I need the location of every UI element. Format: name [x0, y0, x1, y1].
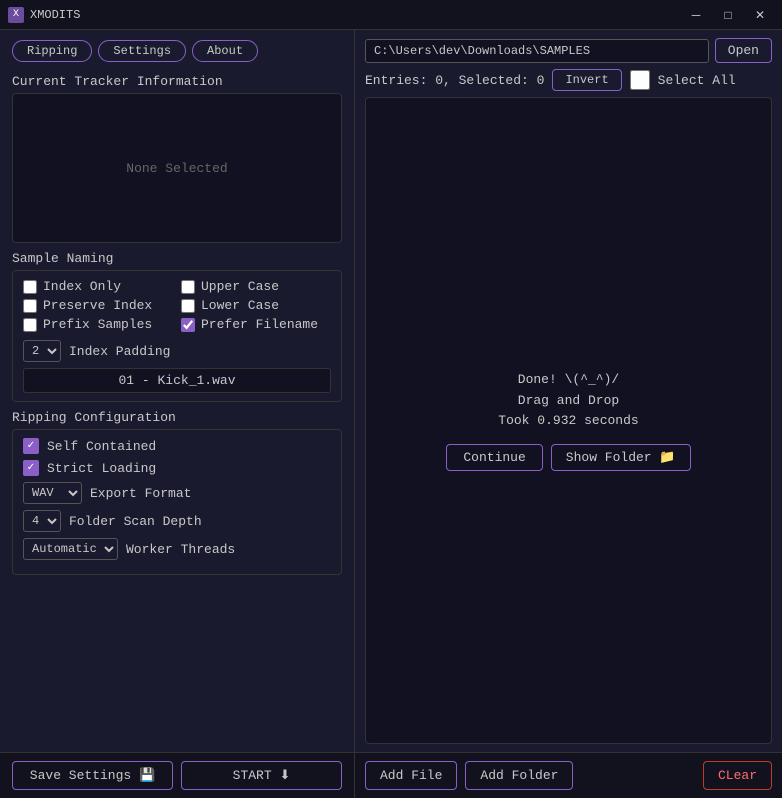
index-only-checkbox[interactable]: [23, 280, 37, 294]
upper-case-label: Upper Case: [201, 279, 279, 294]
lower-case-label: Lower Case: [201, 298, 279, 313]
tracker-info-label: Current Tracker Information: [12, 74, 342, 89]
tab-settings[interactable]: Settings: [98, 40, 186, 62]
left-panel: Ripping Settings About Current Tracker I…: [0, 30, 355, 752]
tracker-info-placeholder: None Selected: [126, 161, 227, 176]
maximize-button[interactable]: □: [714, 5, 742, 25]
config-options: ✓ Self Contained ✓ Strict Loading WAV FL…: [12, 429, 342, 575]
index-padding-select[interactable]: 2 3 4: [23, 340, 61, 362]
app-title: XMODITS: [30, 8, 80, 22]
upper-case-option[interactable]: Upper Case: [181, 279, 331, 294]
export-format-select[interactable]: WAV FLAC OGG: [23, 482, 82, 504]
index-only-label: Index Only: [43, 279, 121, 294]
path-input[interactable]: [365, 39, 709, 63]
lower-case-option[interactable]: Lower Case: [181, 298, 331, 313]
folder-scan-depth-label: Folder Scan Depth: [69, 514, 202, 529]
strict-loading-row: ✓ Strict Loading: [23, 460, 331, 476]
done-message: Done! \(^_^)/Drag and DropTook 0.932 sec…: [498, 370, 638, 432]
select-all-label: Select All: [658, 73, 736, 88]
bottom-bar-left: Save Settings 💾 START ⬇: [0, 753, 355, 798]
tracker-info-box: None Selected: [12, 93, 342, 243]
filename-preview: 01 - Kick_1.wav: [23, 368, 331, 393]
minimize-button[interactable]: ─: [682, 5, 710, 25]
upper-case-checkbox[interactable]: [181, 280, 195, 294]
export-format-label: Export Format: [90, 486, 191, 501]
preserve-index-label: Preserve Index: [43, 298, 152, 313]
lower-case-checkbox[interactable]: [181, 299, 195, 313]
folder-scan-depth-select[interactable]: 12345: [23, 510, 61, 532]
strict-loading-checkbox[interactable]: ✓: [23, 460, 39, 476]
path-row: Open: [365, 38, 772, 63]
invert-button[interactable]: Invert: [552, 69, 621, 91]
nav-tabs: Ripping Settings About: [12, 40, 342, 62]
prefix-samples-option[interactable]: Prefix Samples: [23, 317, 173, 332]
right-panel: Open Entries: 0, Selected: 0 Invert Sele…: [355, 30, 782, 752]
index-only-option[interactable]: Index Only: [23, 279, 173, 294]
start-button[interactable]: START ⬇: [181, 761, 342, 790]
window-controls: ─ □ ✕: [682, 5, 774, 25]
entries-text: Entries: 0, Selected: 0: [365, 73, 544, 88]
tab-ripping[interactable]: Ripping: [12, 40, 92, 62]
naming-options: Index Only Upper Case Preserve Index Low…: [12, 270, 342, 402]
bottom-bar-right: Add File Add Folder CLear: [355, 753, 782, 798]
title-bar: X XMODITS ─ □ ✕: [0, 0, 782, 30]
show-folder-button[interactable]: Show Folder 📁: [551, 444, 691, 471]
prefer-filename-label: Prefer Filename: [201, 317, 318, 332]
ripping-config-label: Ripping Configuration: [12, 410, 342, 425]
prefix-samples-label: Prefix Samples: [43, 317, 152, 332]
tab-about[interactable]: About: [192, 40, 258, 62]
save-settings-button[interactable]: Save Settings 💾: [12, 761, 173, 790]
self-contained-checkbox[interactable]: ✓: [23, 438, 39, 454]
tracker-info-section: Current Tracker Information None Selecte…: [12, 74, 342, 243]
title-bar-left: X XMODITS: [8, 7, 80, 23]
continue-button[interactable]: Continue: [446, 444, 542, 471]
self-contained-row: ✓ Self Contained: [23, 438, 331, 454]
index-padding-label: Index Padding: [69, 344, 170, 359]
sample-naming-label: Sample Naming: [12, 251, 342, 266]
folder-scan-depth-row: 12345 Folder Scan Depth: [23, 510, 331, 532]
preserve-index-checkbox[interactable]: [23, 299, 37, 313]
file-list-area: Done! \(^_^)/Drag and DropTook 0.932 sec…: [365, 97, 772, 744]
export-format-row: WAV FLAC OGG Export Format: [23, 482, 331, 504]
app-bottom-bar: Save Settings 💾 START ⬇ Add File Add Fol…: [0, 752, 782, 798]
self-contained-label: Self Contained: [47, 439, 156, 454]
app-icon: X: [8, 7, 24, 23]
naming-checkboxes: Index Only Upper Case Preserve Index Low…: [23, 279, 331, 332]
prefer-filename-option[interactable]: Prefer Filename: [181, 317, 331, 332]
close-button[interactable]: ✕: [746, 5, 774, 25]
prefix-samples-checkbox[interactable]: [23, 318, 37, 332]
select-all-checkbox[interactable]: [630, 70, 650, 90]
worker-threads-row: Automatic 1248 Worker Threads: [23, 538, 331, 560]
main-container: Ripping Settings About Current Tracker I…: [0, 30, 782, 752]
add-folder-button[interactable]: Add Folder: [465, 761, 573, 790]
add-file-button[interactable]: Add File: [365, 761, 457, 790]
worker-threads-select[interactable]: Automatic 1248: [23, 538, 118, 560]
open-button[interactable]: Open: [715, 38, 772, 63]
file-list-actions: Continue Show Folder 📁: [446, 444, 690, 471]
strict-loading-label: Strict Loading: [47, 461, 156, 476]
index-padding-row: 2 3 4 Index Padding: [23, 340, 331, 362]
worker-threads-label: Worker Threads: [126, 542, 235, 557]
preserve-index-option[interactable]: Preserve Index: [23, 298, 173, 313]
ripping-config-section: Ripping Configuration ✓ Self Contained ✓…: [12, 410, 342, 575]
sample-naming-section: Sample Naming Index Only Upper Case Pres…: [12, 251, 342, 402]
entries-row: Entries: 0, Selected: 0 Invert Select Al…: [365, 69, 772, 91]
clear-button[interactable]: CLear: [703, 761, 772, 790]
prefer-filename-checkbox[interactable]: [181, 318, 195, 332]
